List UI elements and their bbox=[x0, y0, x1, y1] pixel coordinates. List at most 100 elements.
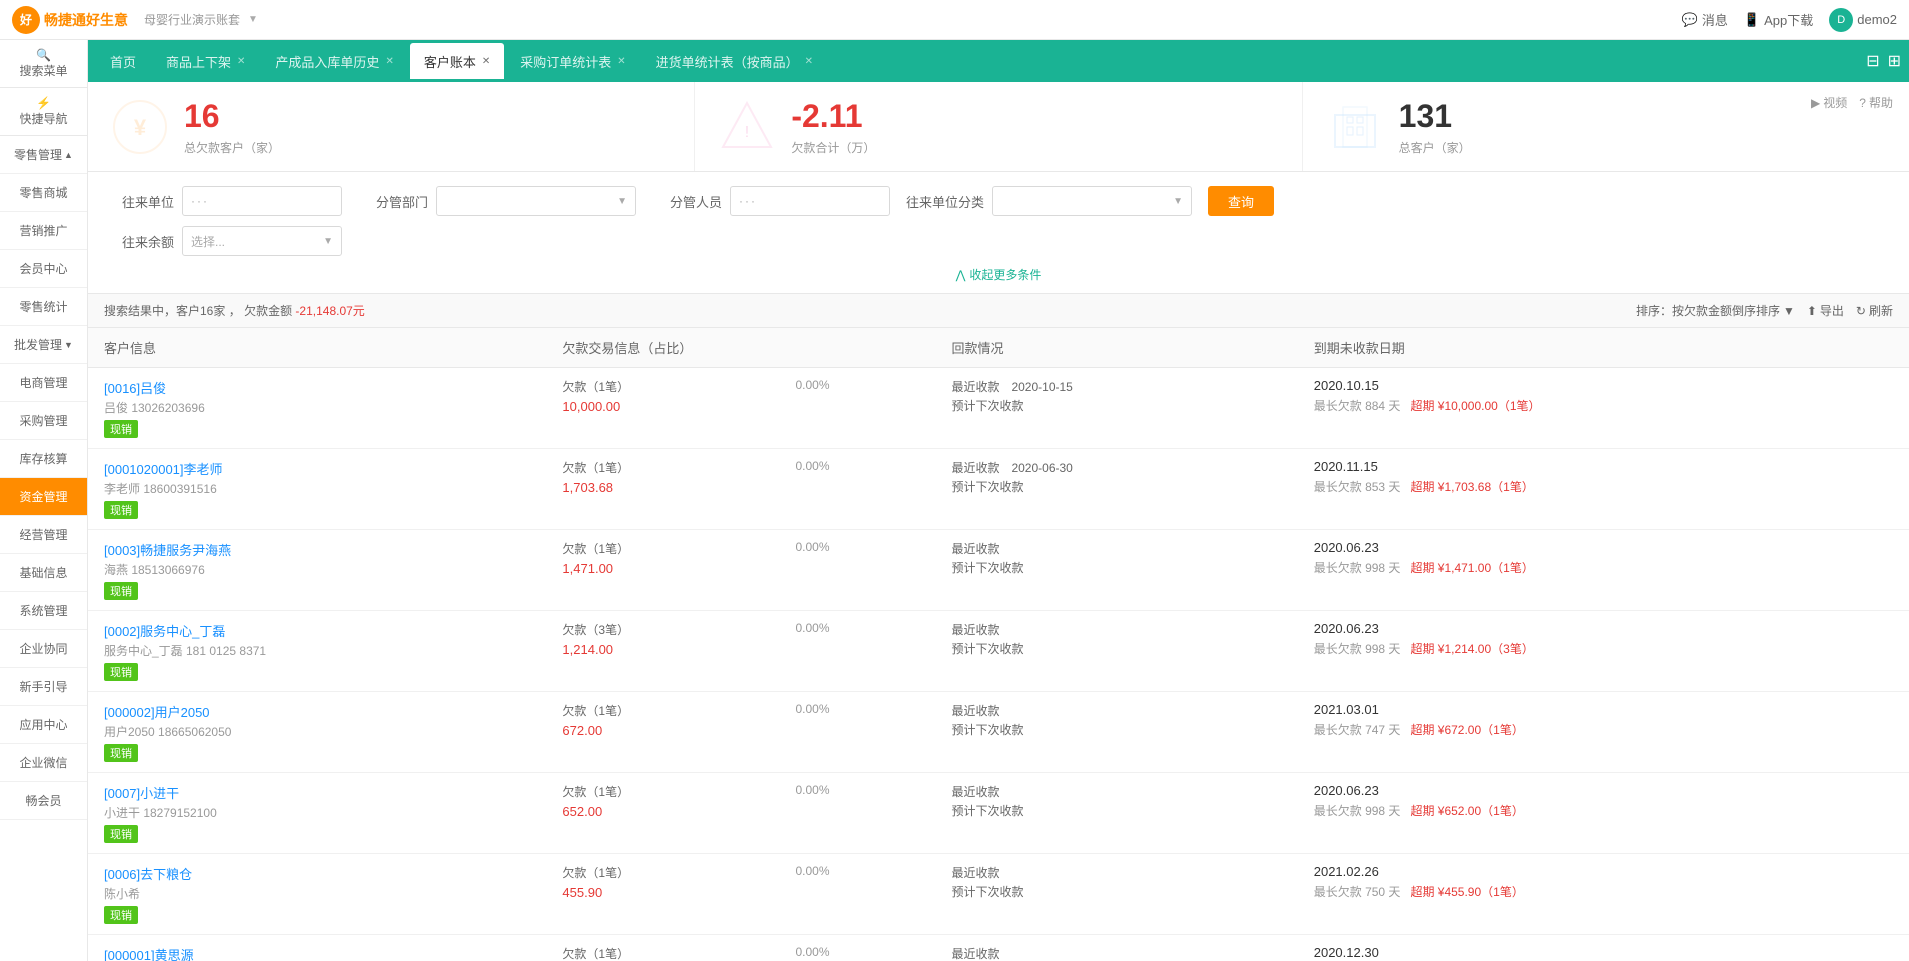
overdue-link[interactable]: 超期 ¥672.00（1笔） bbox=[1410, 723, 1523, 737]
sidebar-item-finance[interactable]: 资金管理 bbox=[0, 478, 87, 516]
user-avatar[interactable]: D demo2 bbox=[1829, 8, 1897, 32]
tab-label: 首页 bbox=[110, 52, 136, 71]
tab-close-icon[interactable]: ✕ bbox=[617, 56, 625, 67]
overdue-link[interactable]: 超期 ¥1,471.00（1笔） bbox=[1410, 561, 1533, 575]
sidebar-item-collab[interactable]: 企业协同 bbox=[0, 630, 87, 668]
recovery-label: 最近收款 bbox=[951, 783, 1281, 800]
tab-production-history[interactable]: 产成品入库单历史 ✕ bbox=[261, 43, 407, 79]
tab-product-listing[interactable]: 商品上下架 ✕ bbox=[152, 43, 259, 79]
table-container: 客户信息 欠款交易信息（占比） 回款情况 到期未收款日期 [0016]吕俊 吕俊… bbox=[88, 328, 1909, 961]
sidebar-item-operations[interactable]: 经营管理 bbox=[0, 516, 87, 554]
video-icon: ▶ bbox=[1811, 96, 1820, 110]
sidebar-search[interactable]: 🔍 搜索菜单 bbox=[0, 40, 87, 88]
sidebar-item-wholesale[interactable]: 批发管理 ▼ bbox=[0, 326, 87, 364]
dept-select[interactable]: ▼ bbox=[436, 186, 636, 216]
sidebar-item-basic-info[interactable]: 基础信息 bbox=[0, 554, 87, 592]
main-layout: 🔍 搜索菜单 ⚡ 快捷导航 零售管理 ▲ 零售商城 营销推广 会员中心 零售统计 bbox=[0, 40, 1909, 961]
tab-close-icon[interactable]: ✕ bbox=[237, 56, 245, 67]
video-link[interactable]: ▶ 视频 bbox=[1811, 94, 1847, 111]
debt-amount[interactable]: 1,703.68 bbox=[562, 480, 763, 495]
brand-dropdown-icon[interactable]: ▼ bbox=[248, 14, 258, 25]
tab-customer-ledger[interactable]: 客户账本 ✕ bbox=[410, 43, 504, 79]
unit-class-select[interactable]: ▼ bbox=[992, 186, 1192, 216]
stats-section: ¥ 16 总欠款客户（家） ! bbox=[88, 82, 1909, 172]
debt-amount[interactable]: 672.00 bbox=[562, 723, 763, 738]
sidebar-item-inventory[interactable]: 库存核算 bbox=[0, 440, 87, 478]
table-row: [0006]去下粮仓 陈小希 现销 欠款（1笔） 455.90 0.00% 最近… bbox=[88, 854, 1909, 935]
cell-due-date: 2020.11.15 最长欠款 853 天 超期 ¥1,703.68（1笔） bbox=[1298, 449, 1909, 530]
tab-close-icon[interactable]: ✕ bbox=[385, 56, 393, 67]
overdue-link[interactable]: 超期 ¥1,214.00（3笔） bbox=[1410, 642, 1533, 656]
sidebar-quick-nav[interactable]: ⚡ 快捷导航 bbox=[0, 88, 87, 136]
next-recovery-label: 预计下次收款 bbox=[951, 721, 1281, 738]
customer-name-link[interactable]: [0003]畅捷服务尹海燕 bbox=[104, 540, 530, 559]
sidebar-item-purchase[interactable]: 采购管理 bbox=[0, 402, 87, 440]
sidebar-item-label: 零售统计 bbox=[19, 300, 67, 314]
customer-name-link[interactable]: [000001]黄思源 bbox=[104, 945, 530, 961]
debt-count: 欠款（1笔） bbox=[562, 459, 763, 476]
debt-icon: ! bbox=[719, 99, 775, 155]
table-row: [0007]小进干 小进干 18279152100 现销 欠款（1笔） 652.… bbox=[88, 773, 1909, 854]
customer-name-link[interactable]: [0007]小进干 bbox=[104, 783, 530, 802]
refresh-btn[interactable]: ↻ 刷新 bbox=[1856, 302, 1893, 319]
recovery-label: 最近收款 2020-10-15 bbox=[951, 378, 1281, 395]
tab-minimize-icon[interactable]: ⊟ bbox=[1866, 51, 1879, 71]
app-container: 好 畅捷通好生意 母婴行业演示账套 ▼ 💬 消息 📱 App下载 D demo2 bbox=[0, 0, 1909, 961]
filter-collapse-btn[interactable]: ⋀ 收起更多条件 bbox=[104, 266, 1893, 283]
customer-name-link[interactable]: [0006]去下粮仓 bbox=[104, 864, 530, 883]
debt-amount[interactable]: 1,214.00 bbox=[562, 642, 763, 657]
overdue-link[interactable]: 超期 ¥455.90（1笔） bbox=[1410, 885, 1523, 899]
sidebar-item-wechat[interactable]: 企业微信 bbox=[0, 744, 87, 782]
message-link[interactable]: 💬 消息 bbox=[1682, 10, 1728, 29]
customer-name-link[interactable]: [0002]服务中心_丁磊 bbox=[104, 621, 530, 640]
tab-purchase-order-stats[interactable]: 采购订单统计表 ✕ bbox=[506, 43, 639, 79]
person-input[interactable]: ··· bbox=[730, 186, 890, 216]
sidebar-item-apps[interactable]: 应用中心 bbox=[0, 706, 87, 744]
overdue-link[interactable]: 超期 ¥10,000.00（1笔） bbox=[1410, 399, 1540, 413]
query-button[interactable]: 查询 bbox=[1208, 186, 1274, 216]
sidebar: 🔍 搜索菜单 ⚡ 快捷导航 零售管理 ▲ 零售商城 营销推广 会员中心 零售统计 bbox=[0, 40, 88, 961]
sidebar-item-system[interactable]: 系统管理 bbox=[0, 592, 87, 630]
overdue-link[interactable]: 超期 ¥652.00（1笔） bbox=[1410, 804, 1523, 818]
debt-count: 欠款（1笔） bbox=[562, 783, 763, 800]
sort-selector[interactable]: 排序：按欠款金额倒序排序 ▼ bbox=[1636, 302, 1795, 319]
sidebar-item-retail-mall[interactable]: 零售商城 bbox=[0, 174, 87, 212]
overdue-link[interactable]: 超期 ¥1,703.68（1笔） bbox=[1410, 480, 1533, 494]
debt-amount[interactable]: 1,471.00 bbox=[562, 561, 763, 576]
sidebar-item-guide[interactable]: 新手引导 bbox=[0, 668, 87, 706]
cell-due-date: 2020.06.23 最长欠款 998 天 超期 ¥652.00（1笔） bbox=[1298, 773, 1909, 854]
customer-badge: 现销 bbox=[104, 420, 138, 438]
sidebar-item-ecommerce[interactable]: 电商管理 bbox=[0, 364, 87, 402]
recovery-info: 最近收款 2020-10-15 预计下次收款 bbox=[951, 378, 1281, 414]
tab-goods-stats[interactable]: 进货单统计表（按商品） ✕ bbox=[642, 43, 827, 79]
cell-customer: [0016]吕俊 吕俊 13026203696 现销 bbox=[88, 368, 546, 449]
help-link[interactable]: ? 帮助 bbox=[1859, 94, 1893, 111]
tab-home[interactable]: 首页 bbox=[96, 43, 150, 79]
max-days: 最长欠款 998 天 超期 ¥1,214.00（3笔） bbox=[1314, 640, 1893, 657]
customer-name-link[interactable]: [000002]用户2050 bbox=[104, 702, 530, 721]
debt-count: 欠款（1笔） bbox=[562, 702, 763, 719]
sidebar-item-label: 资金管理 bbox=[19, 490, 67, 504]
tab-close-icon[interactable]: ✕ bbox=[482, 56, 490, 67]
sidebar-item-retail-mgmt[interactable]: 零售管理 ▲ bbox=[0, 136, 87, 174]
stat-card-amount: ! -2.11 欠款合计（万） bbox=[695, 82, 1302, 171]
sidebar-item-vip[interactable]: 畅会员 bbox=[0, 782, 87, 820]
export-btn[interactable]: ⬆ 导出 bbox=[1807, 302, 1844, 319]
customer-name-link[interactable]: [0016]吕俊 bbox=[104, 378, 530, 397]
sidebar-item-marketing[interactable]: 营销推广 bbox=[0, 212, 87, 250]
sidebar-item-retail-stats[interactable]: 零售统计 bbox=[0, 288, 87, 326]
balance-select[interactable]: 选择... ▼ bbox=[182, 226, 342, 256]
from-unit-input[interactable]: ··· bbox=[182, 186, 342, 216]
tab-expand-icon[interactable]: ⊞ bbox=[1888, 51, 1901, 71]
recovery-info: 最近收款 预计下次收款 bbox=[951, 945, 1281, 961]
customer-name-link[interactable]: [0001020001]李老师 bbox=[104, 459, 530, 478]
debt-amount[interactable]: 652.00 bbox=[562, 804, 763, 819]
debt-amount[interactable]: 10,000.00 bbox=[562, 399, 763, 414]
app-download-link[interactable]: 📱 App下载 bbox=[1744, 10, 1813, 29]
cell-customer: [000002]用户2050 用户2050 18665062050 现销 bbox=[88, 692, 546, 773]
tab-close-icon[interactable]: ✕ bbox=[805, 56, 813, 67]
debt-amount[interactable]: 455.90 bbox=[562, 885, 763, 900]
sidebar-item-label: 企业协同 bbox=[19, 642, 67, 656]
sidebar-item-member[interactable]: 会员中心 bbox=[0, 250, 87, 288]
table-row: [0002]服务中心_丁磊 服务中心_丁磊 181 0125 8371 现销 欠… bbox=[88, 611, 1909, 692]
